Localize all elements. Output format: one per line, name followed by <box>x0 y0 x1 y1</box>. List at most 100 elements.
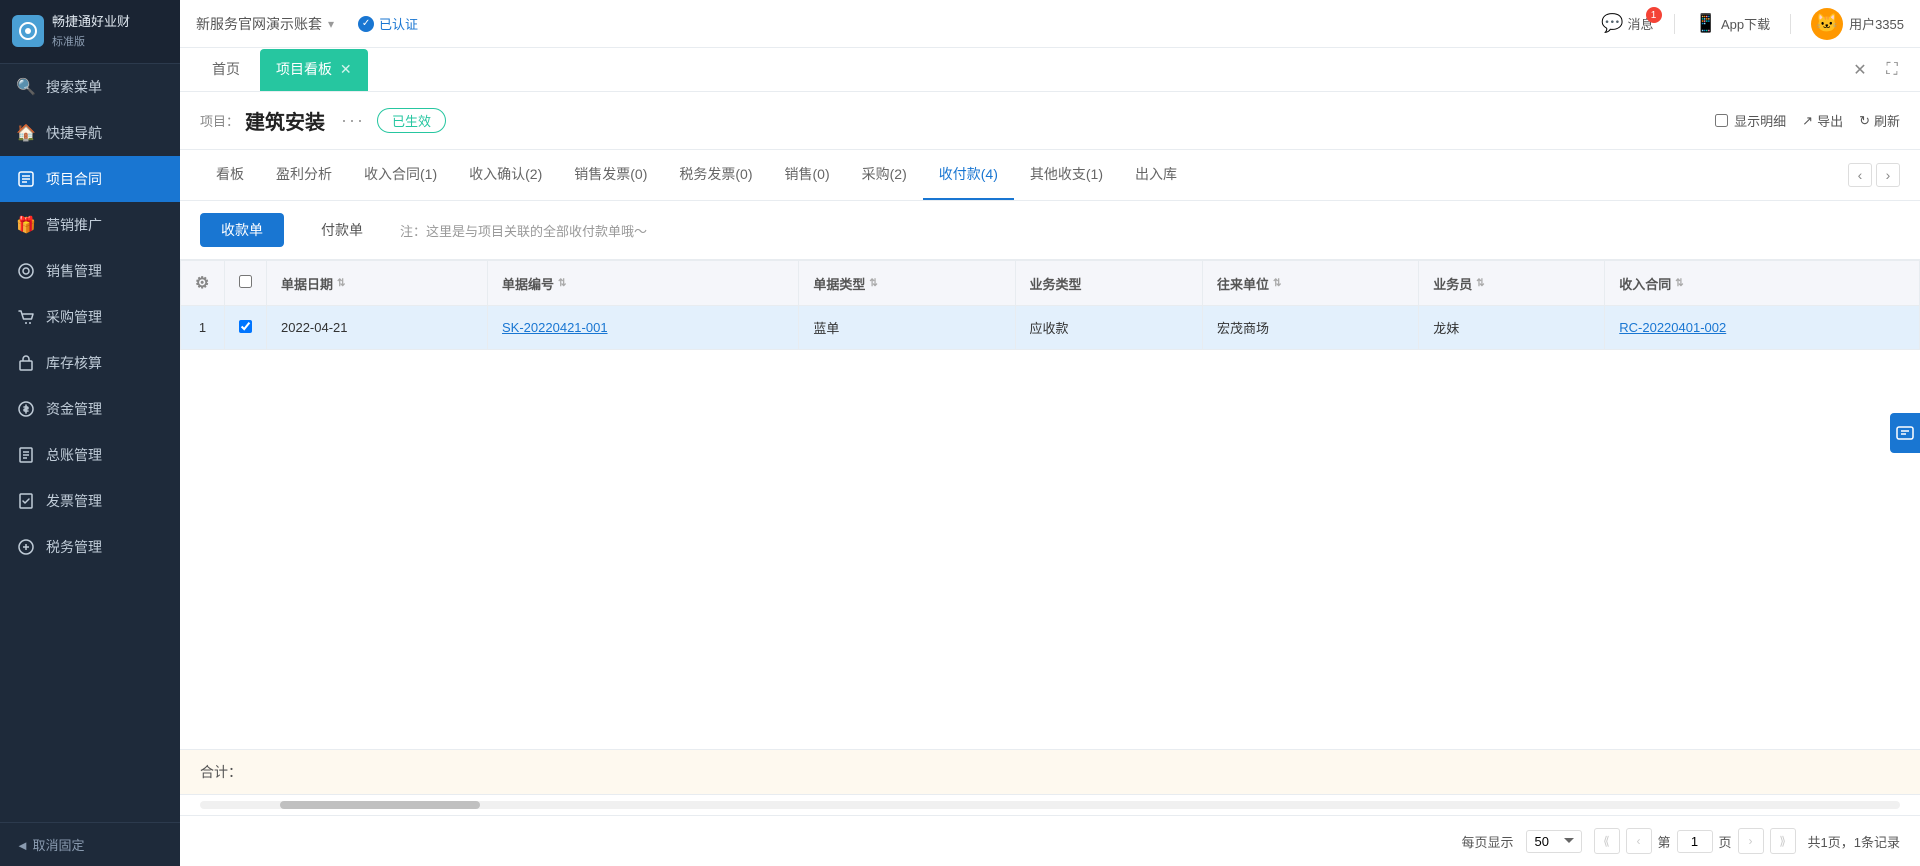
row-code-link[interactable]: SK-20220421-001 <box>502 320 608 335</box>
table-row[interactable]: 1 2022-04-21 SK-20220421-001 蓝单 应收款 宏茂商场… <box>181 306 1920 350</box>
app-download-label: App下载 <box>1721 14 1770 33</box>
section-tabs-nav: ‹ › <box>1848 163 1900 187</box>
sidebar-item-quick-nav[interactable]: 🏠 快捷导航 <box>0 110 180 156</box>
prev-page-button[interactable]: ‹ <box>1626 828 1652 854</box>
section-tab-inout[interactable]: 出入库 <box>1119 150 1193 200</box>
shield-icon: ✓ <box>358 16 374 32</box>
section-tab-income-confirm[interactable]: 收入确认(2) <box>453 150 558 200</box>
settings-column-header: ⚙ <box>181 261 225 306</box>
table-scrollbar-track[interactable] <box>200 801 1900 809</box>
sort-icon: ⇅ <box>558 278 566 289</box>
sidebar-item-tax[interactable]: 税务管理 <box>0 524 180 570</box>
close-window-button[interactable]: ✕ <box>1848 58 1872 82</box>
section-tab-sales[interactable]: 销售(0) <box>769 150 846 200</box>
per-page-select[interactable]: 50 10 20 100 <box>1526 830 1582 853</box>
next-page-button[interactable]: › <box>1738 828 1764 854</box>
right-side-widget[interactable] <box>1890 413 1920 453</box>
export-button[interactable]: ↗ 导出 <box>1802 111 1843 130</box>
user-label: 用户3355 <box>1849 14 1904 33</box>
page-num-display: 第 页 <box>1658 830 1732 853</box>
section-tab-tax-invoice[interactable]: 税务发票(0) <box>663 150 768 200</box>
section-tab-purchase[interactable]: 采购(2) <box>846 150 923 200</box>
page-suffix: 页 <box>1719 832 1732 851</box>
messages-badge: 1 <box>1646 7 1662 23</box>
col-header-date: 单据日期 ⇅ <box>267 261 488 306</box>
section-prev-button[interactable]: ‹ <box>1848 163 1872 187</box>
app-download-button[interactable]: 📱 App下载 <box>1695 13 1771 34</box>
sidebar: 畅捷通好业财 标准版 🔍 搜索菜单 🏠 快捷导航 项目合同 🎁 <box>0 0 180 866</box>
page-num-input[interactable] <box>1677 830 1713 853</box>
show-detail-input[interactable] <box>1715 114 1728 127</box>
row-type-cell: 蓝单 <box>799 306 1015 350</box>
phone-icon: 📱 <box>1695 13 1717 34</box>
more-options-button[interactable]: ··· <box>341 110 365 131</box>
sidebar-item-label: 库存核算 <box>46 353 102 373</box>
sub-tab-receipt-button[interactable]: 收款单 <box>200 213 284 247</box>
sort-icon: ⇅ <box>1675 278 1683 289</box>
col-header-salesperson: 业务员 ⇅ <box>1419 261 1605 306</box>
refresh-button[interactable]: ↻ 刷新 <box>1859 111 1900 130</box>
invoice-icon <box>16 491 36 511</box>
sidebar-item-invoice[interactable]: 发票管理 <box>0 478 180 524</box>
sidebar-item-label: 采购管理 <box>46 307 102 327</box>
sidebar-item-purchase[interactable]: 采购管理 <box>0 294 180 340</box>
checkbox-column-header <box>225 261 267 306</box>
section-tab-other-expense[interactable]: 其他收支(1) <box>1014 150 1119 200</box>
home-icon: 🏠 <box>16 123 36 143</box>
sort-icon: ⇅ <box>1476 278 1484 289</box>
app-logo <box>12 15 44 47</box>
data-table: ⚙ 单据日期 ⇅ 单据编号 <box>180 260 1920 350</box>
sidebar-item-label: 税务管理 <box>46 537 102 557</box>
section-tab-kanban[interactable]: 看板 <box>200 150 260 200</box>
summary-label: 合计： <box>200 764 242 780</box>
section-tab-sales-invoice[interactable]: 销售发票(0) <box>558 150 663 200</box>
sidebar-item-ledger[interactable]: 总账管理 <box>0 432 180 478</box>
tab-home[interactable]: 首页 <box>196 49 256 91</box>
sidebar-item-capital[interactable]: 资金管理 <box>0 386 180 432</box>
col-header-income-contract: 收入合同 ⇅ <box>1605 261 1920 306</box>
row-income-contract-link[interactable]: RC-20220401-002 <box>1619 320 1726 335</box>
sidebar-item-sales[interactable]: 销售管理 <box>0 248 180 294</box>
gift-icon: 🎁 <box>16 215 36 235</box>
pagination-nav: ⟪ ‹ 第 页 › ⟫ <box>1594 828 1796 854</box>
table-scrollbar-thumb[interactable] <box>280 801 480 809</box>
topbar-divider <box>1674 14 1675 34</box>
sidebar-item-project-contract[interactable]: 项目合同 <box>0 156 180 202</box>
sidebar-item-label: 发票管理 <box>46 491 102 511</box>
row-checkbox-cell[interactable] <box>225 306 267 350</box>
section-tab-income-contract[interactable]: 收入合同(1) <box>348 150 453 200</box>
messages-button[interactable]: 💬 消息 1 <box>1601 13 1653 34</box>
tab-project-board[interactable]: 项目看板 ✕ <box>260 49 368 91</box>
maximize-window-button[interactable]: ⛶ <box>1880 58 1904 82</box>
last-page-button[interactable]: ⟫ <box>1770 828 1796 854</box>
table-settings-button[interactable]: ⚙ <box>195 275 209 292</box>
sales-icon <box>16 261 36 281</box>
section-tabs: 看板 盈利分析 收入合同(1) 收入确认(2) 销售发票(0) 税务发票(0) … <box>180 150 1920 201</box>
sidebar-item-search[interactable]: 🔍 搜索菜单 <box>0 64 180 110</box>
section-tab-profit[interactable]: 盈利分析 <box>260 150 348 200</box>
purchase-icon <box>16 307 36 327</box>
sort-icon: ⇅ <box>869 278 877 289</box>
main-content: 新服务官网演示账套 ▾ ✓ 已认证 💬 消息 1 📱 App下载 🐱 用户335… <box>180 0 1920 866</box>
verified-label: 已认证 <box>379 14 418 33</box>
show-detail-label: 显示明细 <box>1734 111 1786 130</box>
pagination-bar: 每页显示 50 10 20 100 ⟪ ‹ 第 页 › ⟫ 共1页，1条记录 <box>180 815 1920 866</box>
select-all-checkbox[interactable] <box>239 275 252 288</box>
sidebar-item-inventory[interactable]: 库存核算 <box>0 340 180 386</box>
sidebar-item-marketing[interactable]: 🎁 营销推广 <box>0 202 180 248</box>
user-menu-button[interactable]: 🐱 用户3355 <box>1811 8 1904 40</box>
sidebar-unpin-button[interactable]: ◄ 取消固定 <box>0 822 180 866</box>
topbar-project-selector[interactable]: 新服务官网演示账套 ▾ <box>196 14 334 34</box>
section-next-button[interactable]: › <box>1876 163 1900 187</box>
sidebar-item-label: 搜索菜单 <box>46 77 102 97</box>
row-salesperson-cell: 龙妹 <box>1419 306 1605 350</box>
tab-close-icon[interactable]: ✕ <box>340 61 352 77</box>
section-tab-receipt[interactable]: 收付款(4) <box>923 150 1014 200</box>
row-checkbox[interactable] <box>239 320 252 333</box>
first-page-button[interactable]: ⟪ <box>1594 828 1620 854</box>
table-scrollbar-container <box>180 794 1920 815</box>
show-detail-checkbox[interactable]: 显示明细 <box>1715 111 1786 130</box>
sub-tab-payment-button[interactable]: 付款单 <box>300 213 384 247</box>
message-icon: 💬 <box>1601 13 1623 34</box>
sidebar-item-label: 快捷导航 <box>46 123 102 143</box>
